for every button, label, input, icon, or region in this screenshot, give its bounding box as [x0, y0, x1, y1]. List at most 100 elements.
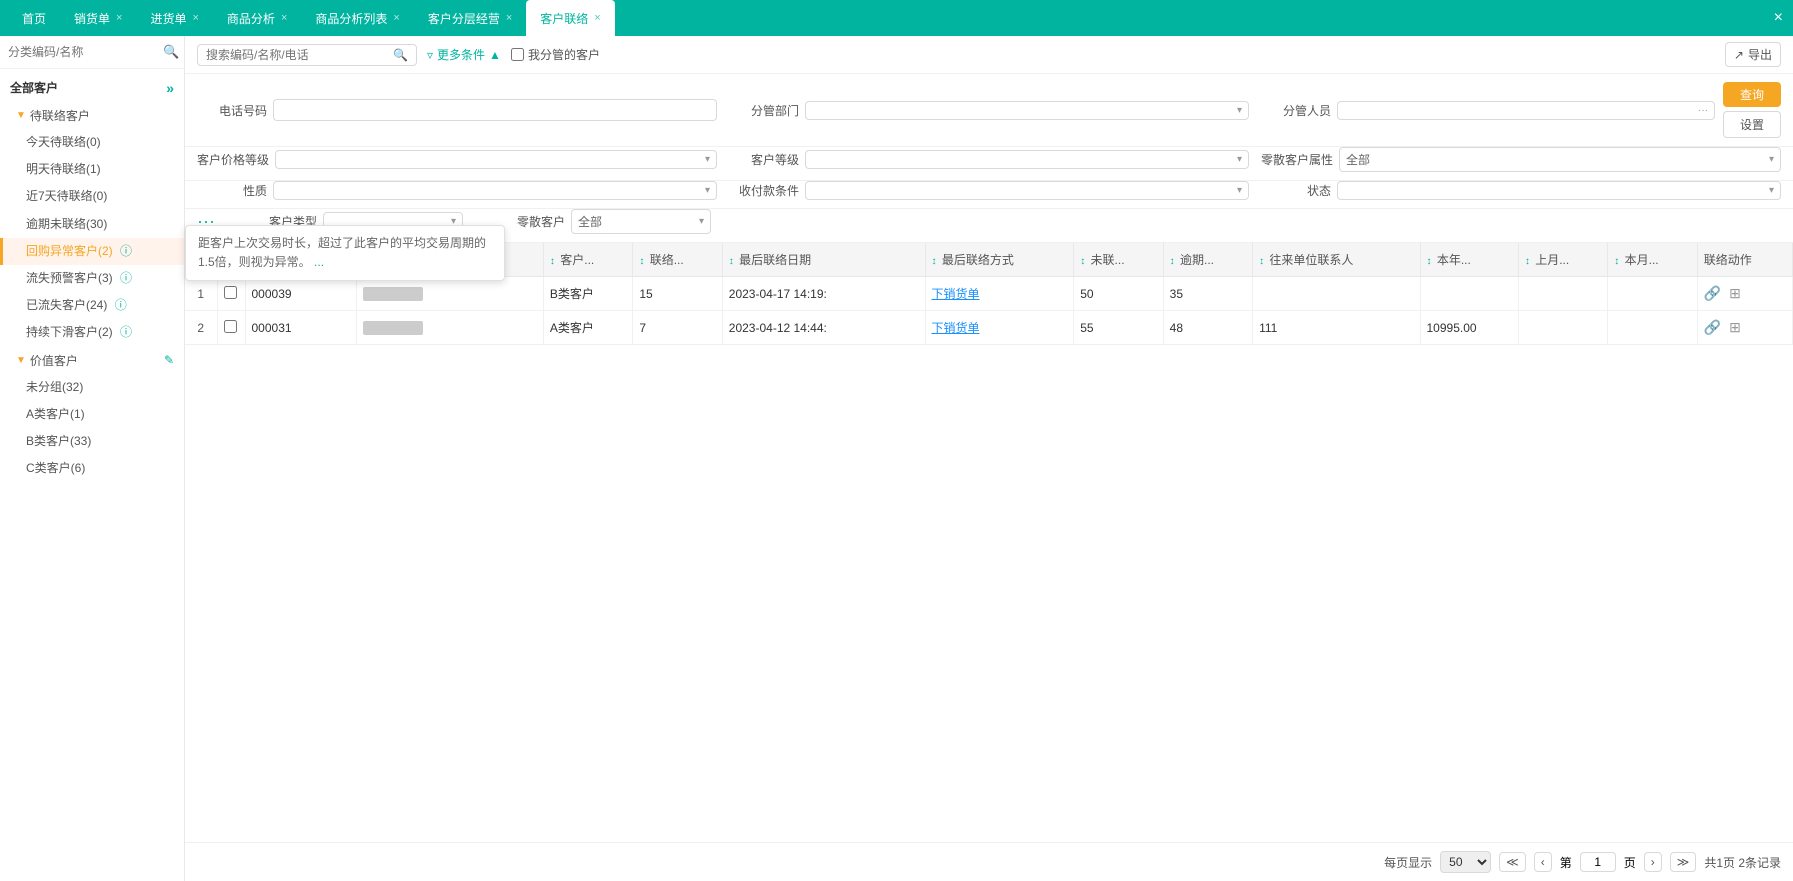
- nav-product-analysis[interactable]: 商品分析 ×: [213, 0, 301, 36]
- nav-home[interactable]: 首页: [8, 0, 60, 36]
- filter-price-grade: 客户价格等级 ▾: [197, 147, 717, 172]
- sidebar-item-churn-warning[interactable]: 流失预警客户(3) ⓘ: [0, 265, 184, 292]
- page-number-input[interactable]: [1580, 852, 1616, 872]
- query-button[interactable]: 查询: [1723, 82, 1781, 107]
- nav-product-list-close[interactable]: ×: [393, 12, 399, 24]
- per-page-select[interactable]: 50 100 200: [1440, 851, 1491, 873]
- sidebar-group-value-label: 价值客户: [30, 352, 78, 369]
- nav-customer-tier[interactable]: 客户分层经营 ×: [414, 0, 526, 36]
- filter-zero-retail-select[interactable]: 全部 ▾: [1339, 147, 1781, 172]
- sort-this-year-icon[interactable]: ↕: [1427, 256, 1432, 267]
- sidebar-item-7days[interactable]: 近7天待联络(0): [0, 183, 184, 210]
- sidebar-item-tomorrow[interactable]: 明天待联络(1): [0, 156, 184, 183]
- window-close-button[interactable]: ×: [1774, 9, 1783, 27]
- settings-button[interactable]: 设置: [1723, 111, 1781, 138]
- sidebar-item-repurchase-abnormal[interactable]: 回购异常客户(2) ⓘ: [0, 238, 184, 265]
- filter-price-grade-select[interactable]: ▾: [275, 150, 717, 169]
- sidebar-item-today[interactable]: 今天待联络(0): [0, 129, 184, 156]
- row1-contact: 15: [633, 277, 722, 311]
- row1-link-icon[interactable]: 🔗: [1704, 285, 1721, 302]
- row1-level: B类客户: [543, 277, 632, 311]
- nav-customer-contact-label: 客户联络: [540, 10, 588, 27]
- row1-action: 🔗 ⊞: [1697, 277, 1792, 311]
- filter-department-select[interactable]: ▾: [805, 101, 1249, 120]
- filter-status: 状态 ▾: [1261, 181, 1781, 200]
- table-area: ⚙ ↕ 客户编码 ↕ 客户名称: [185, 243, 1793, 881]
- row1-action-icons: 🔗 ⊞: [1704, 285, 1786, 302]
- my-customers-checkbox[interactable]: [511, 48, 524, 61]
- filter-zero-retail: 零散客户属性 全部 ▾: [1261, 147, 1781, 172]
- nav-purchase[interactable]: 进货单 ×: [136, 0, 212, 36]
- filter-phone-input[interactable]: [273, 99, 717, 121]
- sidebar-group-pending[interactable]: ▼ 待联络客户: [0, 102, 184, 129]
- export-button[interactable]: ↗ 导出: [1725, 42, 1781, 67]
- page-label: 第: [1560, 854, 1572, 871]
- page-suffix: 页: [1624, 854, 1636, 871]
- row2-grid-icon[interactable]: ⊞: [1729, 319, 1741, 336]
- sidebar-group-value[interactable]: ▼ 价值客户 ✎: [0, 347, 184, 374]
- nav-customer-tier-close[interactable]: ×: [506, 12, 512, 24]
- row2-link-icon[interactable]: 🔗: [1704, 319, 1721, 336]
- sidebar-item-overdue[interactable]: 逾期未联络(30): [0, 211, 184, 238]
- filter-department: 分管部门 ▾: [729, 82, 1249, 138]
- nav-product-analysis-close[interactable]: ×: [281, 12, 287, 24]
- sidebar-item-a-class[interactable]: A类客户(1): [0, 401, 184, 428]
- filter-search-input[interactable]: [206, 48, 393, 62]
- row1-checkbox: [217, 277, 245, 311]
- sort-last-month-icon[interactable]: ↕: [1525, 256, 1530, 267]
- filter-zero-retail-row4-select[interactable]: 全部 ▾: [571, 209, 711, 234]
- row1-select-checkbox[interactable]: [224, 286, 237, 299]
- last-page-button[interactable]: ≫: [1670, 852, 1697, 872]
- more-filters-button[interactable]: ▿ 更多条件 ▲: [427, 46, 501, 63]
- sort-last-method-icon[interactable]: ↕: [932, 256, 937, 267]
- sidebar-item-b-class[interactable]: B类客户(33): [0, 428, 184, 455]
- sort-level-icon[interactable]: ↕: [550, 256, 555, 267]
- sidebar-item-ungrouped[interactable]: 未分组(32): [0, 374, 184, 401]
- sort-last-date-icon[interactable]: ↕: [729, 256, 734, 267]
- filter-manager-label: 分管人员: [1261, 102, 1331, 119]
- th-overdue: ↕ 逾期...: [1163, 243, 1252, 277]
- filter-phone-label: 电话号码: [197, 102, 267, 119]
- sort-company-icon[interactable]: ↕: [1259, 256, 1264, 267]
- filter-customer-grade-select[interactable]: ▾: [805, 150, 1249, 169]
- sort-this-month-icon[interactable]: ↕: [1614, 256, 1619, 267]
- nav-sales-close[interactable]: ×: [116, 12, 122, 24]
- first-page-button[interactable]: ≪: [1499, 852, 1526, 872]
- nav-customer-contact[interactable]: 客户联络 ×: [526, 0, 614, 36]
- filter-bar: 🔍 ▿ 更多条件 ▲ 我分管的客户 ↗ 导出: [185, 36, 1793, 74]
- filter-payment-select[interactable]: ▾: [805, 181, 1249, 200]
- prev-page-button[interactable]: ‹: [1534, 852, 1552, 872]
- row2-last-method-link[interactable]: 下销货单: [932, 321, 980, 335]
- nav-customer-contact-close[interactable]: ×: [594, 12, 600, 24]
- next-page-button[interactable]: ›: [1644, 852, 1662, 872]
- sidebar-search-icon[interactable]: 🔍: [163, 44, 179, 60]
- sidebar-item-churned[interactable]: 已流失客户(24) ⓘ: [0, 292, 184, 319]
- sidebar-search-input[interactable]: [8, 45, 163, 59]
- nav-purchase-close[interactable]: ×: [192, 12, 198, 24]
- sort-uncontacted-icon[interactable]: ↕: [1080, 256, 1085, 267]
- sort-contact-icon[interactable]: ↕: [639, 256, 644, 267]
- th-last-month-label: 上月...: [1535, 253, 1569, 267]
- sidebar-item-c-class[interactable]: C类客户(6): [0, 455, 184, 482]
- table-scroll[interactable]: ⚙ ↕ 客户编码 ↕ 客户名称: [185, 243, 1793, 842]
- sort-overdue-icon[interactable]: ↕: [1170, 256, 1175, 267]
- filter-status-select[interactable]: ▾: [1337, 181, 1781, 200]
- chevron-down-icon-6: ▾: [705, 185, 710, 196]
- sidebar-item-declining[interactable]: 持续下滑客户(2) ⓘ: [0, 319, 184, 346]
- filter-search-icon[interactable]: 🔍: [393, 48, 408, 62]
- row2-this-month: [1608, 311, 1697, 345]
- filter-manager-select[interactable]: ···: [1337, 101, 1715, 120]
- filter-payment: 收付款条件 ▾: [729, 181, 1249, 200]
- sidebar-value-edit-icon[interactable]: ✎: [164, 353, 174, 367]
- sidebar-tree: 全部客户 » ▼ 待联络客户 今天待联络(0) 明天待联络(1) 近7天待联络(…: [0, 69, 184, 881]
- filter-nature-select[interactable]: ▾: [273, 181, 717, 200]
- th-action-label: 联络动作: [1704, 253, 1752, 267]
- nav-product-list[interactable]: 商品分析列表 ×: [301, 0, 413, 36]
- row1-grid-icon[interactable]: ⊞: [1729, 285, 1741, 302]
- row1-last-method-link[interactable]: 下销货单: [932, 287, 980, 301]
- nav-product-list-label: 商品分析列表: [315, 10, 387, 27]
- nav-sales[interactable]: 销货单 ×: [60, 0, 136, 36]
- row2-select-checkbox[interactable]: [224, 320, 237, 333]
- top-navigation: 首页 销货单 × 进货单 × 商品分析 × 商品分析列表 × 客户分层经营 × …: [0, 0, 1793, 36]
- sidebar-collapse-icon[interactable]: »: [166, 80, 174, 96]
